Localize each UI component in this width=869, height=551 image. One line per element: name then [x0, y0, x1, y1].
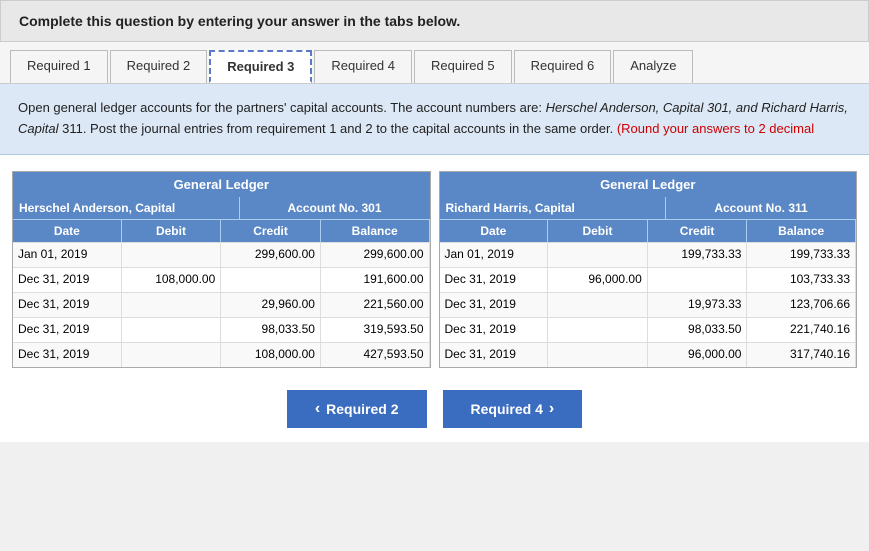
ledger-right-header: Date Debit Credit Balance: [440, 219, 857, 242]
date-cell: Dec 31, 2019: [13, 268, 122, 292]
tab-required1[interactable]: Required 1: [10, 50, 108, 83]
ledger-left-col-debit: Debit: [122, 220, 222, 242]
page-wrapper: Complete this question by entering your …: [0, 0, 869, 442]
debit-cell: [548, 293, 648, 317]
ledger-right: General Ledger Richard Harris, Capital A…: [439, 171, 858, 368]
description-text-2: 311. Post the journal entries from requi…: [62, 121, 617, 136]
ledger-right-rows: Jan 01, 2019 199,733.33 199,733.33 Dec 3…: [440, 242, 857, 367]
instruction-bar: Complete this question by entering your …: [0, 0, 869, 42]
balance-cell: 191,600.00: [321, 268, 430, 292]
balance-cell: 103,733.33: [747, 268, 856, 292]
next-button[interactable]: Required 4: [443, 390, 583, 428]
date-cell: Dec 31, 2019: [440, 318, 549, 342]
credit-cell: 29,960.00: [221, 293, 321, 317]
credit-cell: [221, 268, 321, 292]
tables-section: General Ledger Herschel Anderson, Capita…: [0, 155, 869, 380]
balance-cell: 221,560.00: [321, 293, 430, 317]
ledger-left: General Ledger Herschel Anderson, Capita…: [12, 171, 431, 368]
debit-cell: [548, 343, 648, 367]
balance-cell: 199,733.33: [747, 243, 856, 267]
ledger-left-title: General Ledger: [13, 172, 430, 197]
table-row: Dec 31, 2019 96,000.00 103,733.33: [440, 267, 857, 292]
tab-required5[interactable]: Required 5: [414, 50, 512, 83]
table-row: Dec 31, 2019 96,000.00 317,740.16: [440, 342, 857, 367]
debit-cell: [548, 243, 648, 267]
table-row: Jan 01, 2019 299,600.00 299,600.00: [13, 242, 430, 267]
tab-required3[interactable]: Required 3: [209, 50, 312, 83]
date-cell: Dec 31, 2019: [440, 293, 549, 317]
ledger-left-col-date: Date: [13, 220, 122, 242]
table-row: Jan 01, 2019 199,733.33 199,733.33: [440, 242, 857, 267]
ledger-left-name: Herschel Anderson, Capital: [13, 197, 239, 219]
debit-cell: [122, 318, 222, 342]
balance-cell: 123,706.66: [747, 293, 856, 317]
ledger-right-col-credit: Credit: [648, 220, 748, 242]
ledger-left-account-no: Account No. 301: [239, 197, 430, 219]
credit-cell: 108,000.00: [221, 343, 321, 367]
date-cell: Jan 01, 2019: [13, 243, 122, 267]
nav-buttons: Required 2 Required 4: [0, 380, 869, 442]
date-cell: Dec 31, 2019: [13, 318, 122, 342]
balance-cell: 319,593.50: [321, 318, 430, 342]
debit-cell: [122, 343, 222, 367]
credit-cell: 98,033.50: [221, 318, 321, 342]
balance-cell: 221,740.16: [747, 318, 856, 342]
balance-cell: 299,600.00: [321, 243, 430, 267]
date-cell: Jan 01, 2019: [440, 243, 549, 267]
ledger-right-subtitle-row: Richard Harris, Capital Account No. 311: [440, 197, 857, 219]
date-cell: Dec 31, 2019: [440, 343, 549, 367]
credit-cell: 96,000.00: [648, 343, 748, 367]
ledger-left-col-credit: Credit: [221, 220, 321, 242]
credit-cell: 98,033.50: [648, 318, 748, 342]
date-cell: Dec 31, 2019: [13, 293, 122, 317]
credit-cell: 19,973.33: [648, 293, 748, 317]
table-row: Dec 31, 2019 98,033.50 221,740.16: [440, 317, 857, 342]
instruction-text: Complete this question by entering your …: [19, 13, 460, 29]
description-red: (Round your answers to 2 decimal: [617, 121, 814, 136]
tabs-container: Required 1 Required 2 Required 3 Require…: [0, 42, 869, 84]
ledger-right-col-balance: Balance: [747, 220, 856, 242]
next-button-label: Required 4: [471, 401, 543, 417]
balance-cell: 427,593.50: [321, 343, 430, 367]
tab-required6[interactable]: Required 6: [514, 50, 612, 83]
balance-cell: 317,740.16: [747, 343, 856, 367]
ledger-left-rows: Jan 01, 2019 299,600.00 299,600.00 Dec 3…: [13, 242, 430, 367]
ledger-right-title: General Ledger: [440, 172, 857, 197]
table-row: Dec 31, 2019 108,000.00 191,600.00: [13, 267, 430, 292]
description-area: Open general ledger accounts for the par…: [0, 84, 869, 155]
prev-button[interactable]: Required 2: [287, 390, 427, 428]
tab-required2[interactable]: Required 2: [110, 50, 208, 83]
debit-cell: [122, 293, 222, 317]
table-row: Dec 31, 2019 29,960.00 221,560.00: [13, 292, 430, 317]
ledger-right-name: Richard Harris, Capital: [440, 197, 666, 219]
tab-required4[interactable]: Required 4: [314, 50, 412, 83]
ledger-left-col-balance: Balance: [321, 220, 430, 242]
credit-cell: 299,600.00: [221, 243, 321, 267]
credit-cell: [648, 268, 748, 292]
ledger-left-subtitle-row: Herschel Anderson, Capital Account No. 3…: [13, 197, 430, 219]
debit-cell: 96,000.00: [548, 268, 648, 292]
table-row: Dec 31, 2019 19,973.33 123,706.66: [440, 292, 857, 317]
date-cell: Dec 31, 2019: [440, 268, 549, 292]
table-row: Dec 31, 2019 98,033.50 319,593.50: [13, 317, 430, 342]
ledger-right-col-date: Date: [440, 220, 549, 242]
debit-cell: 108,000.00: [122, 268, 222, 292]
debit-cell: [122, 243, 222, 267]
ledger-right-col-debit: Debit: [548, 220, 648, 242]
date-cell: Dec 31, 2019: [13, 343, 122, 367]
table-row: Dec 31, 2019 108,000.00 427,593.50: [13, 342, 430, 367]
credit-cell: 199,733.33: [648, 243, 748, 267]
ledger-left-header: Date Debit Credit Balance: [13, 219, 430, 242]
description-text-1: Open general ledger accounts for the par…: [18, 100, 546, 115]
ledger-right-account-no: Account No. 311: [665, 197, 856, 219]
prev-button-label: Required 2: [326, 401, 398, 417]
debit-cell: [548, 318, 648, 342]
tab-analyze[interactable]: Analyze: [613, 50, 693, 83]
